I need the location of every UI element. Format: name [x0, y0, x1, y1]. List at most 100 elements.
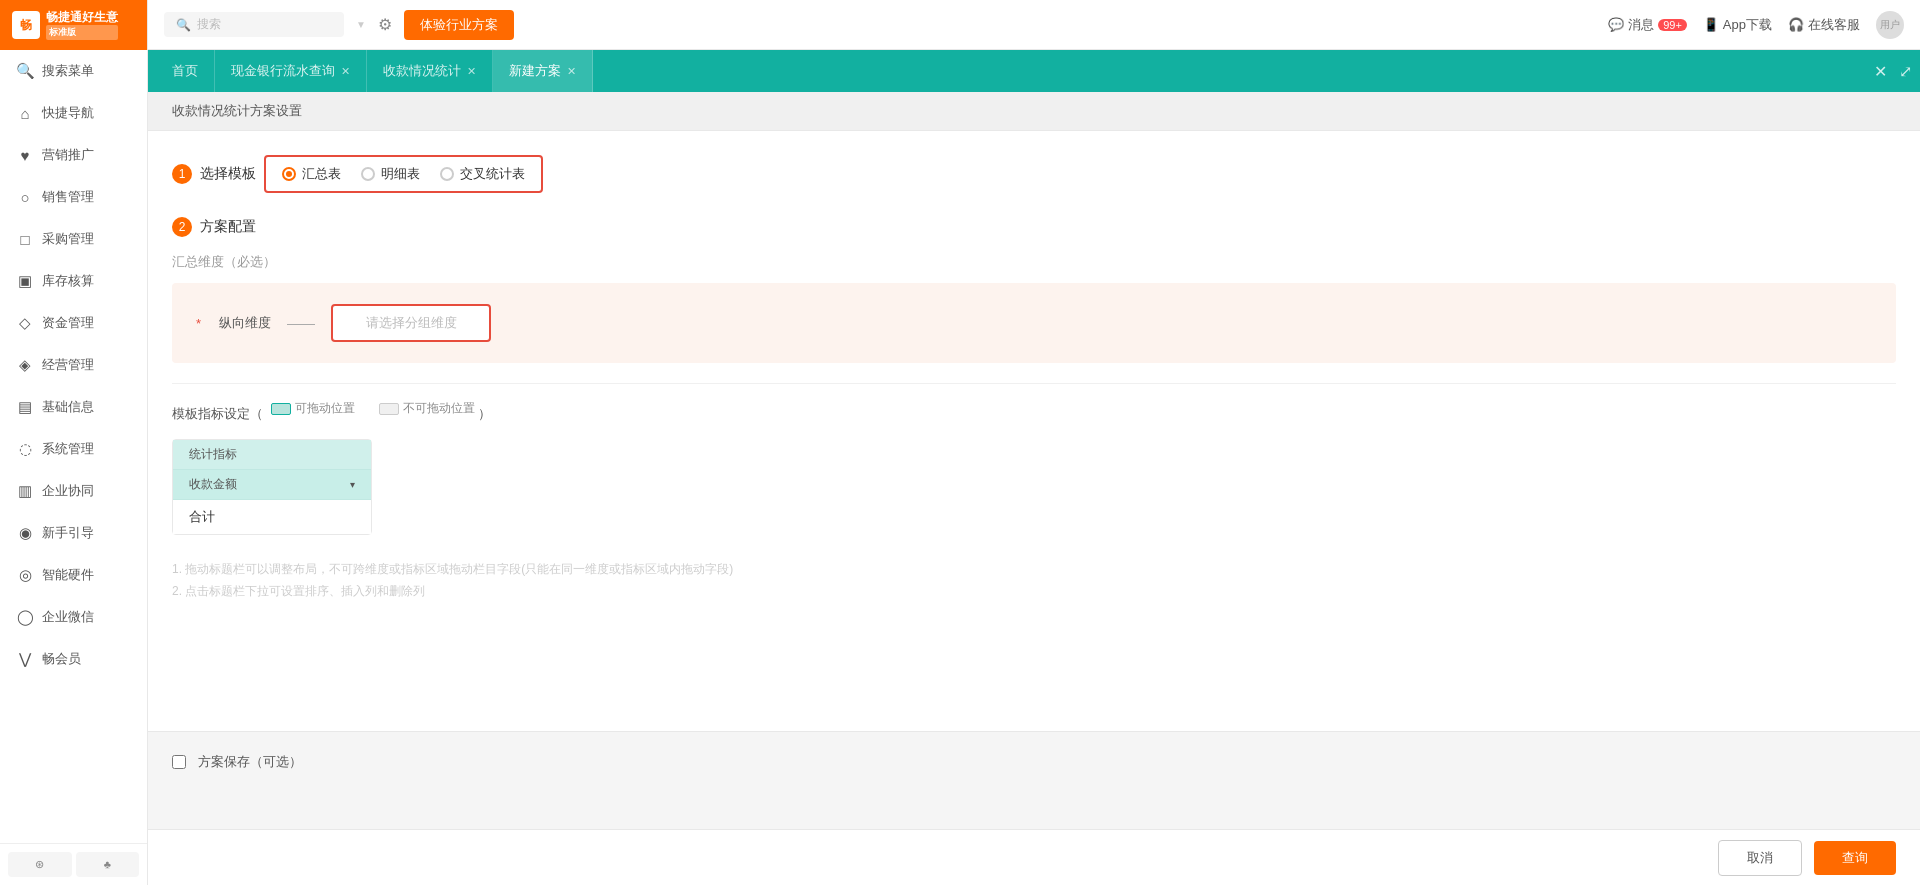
topbar: 🔍 搜索 ▼ ⚙ 体验行业方案 💬 消息 99+ 📱 App下载 🎧 在线客服 …: [148, 0, 1920, 50]
required-star: *: [196, 316, 201, 331]
stats-col-label: 统计指标: [189, 446, 237, 463]
dimension-area: * 纵向维度 —— 请选择分组维度: [172, 283, 1896, 363]
draggable-legend-item: 可拖动位置: [271, 400, 355, 417]
operation-icon: ◈: [16, 356, 34, 374]
sidebar-item-system[interactable]: ◌ 系统管理: [0, 428, 147, 470]
sidebar-bottom-btn1[interactable]: ⊛: [8, 852, 72, 877]
tab-expand-icon[interactable]: ⤢: [1899, 62, 1912, 81]
radio-cross[interactable]: 交叉统计表: [440, 165, 525, 183]
content-area: 收款情况统计方案设置 1 选择模板 汇总表 明细表: [148, 92, 1920, 829]
footer-section: 方案保存（可选）: [148, 731, 1920, 791]
inventory-icon: ▣: [16, 272, 34, 290]
logo-text: 畅捷通好生意 标准版: [46, 10, 118, 39]
search-dropdown-icon[interactable]: ▼: [356, 19, 366, 30]
settings-icon[interactable]: ⚙: [378, 15, 392, 34]
tab-new-plan[interactable]: 新建方案 ✕: [493, 50, 593, 92]
sidebar-item-inventory[interactable]: ▣ 库存核算: [0, 260, 147, 302]
logo-icon: 畅: [12, 11, 40, 39]
enterprise-icon: ▥: [16, 482, 34, 500]
sidebar-item-wechat[interactable]: ◯ 企业微信: [0, 596, 147, 638]
sidebar-item-guide[interactable]: ◉ 新手引导: [0, 512, 147, 554]
tab-receipt-stats[interactable]: 收款情况统计 ✕: [367, 50, 493, 92]
message-icon: 💬: [1608, 17, 1624, 32]
main-card: 1 选择模板 汇总表 明细表 交叉统计表: [148, 131, 1920, 731]
sidebar-item-basic-info[interactable]: ▤ 基础信息: [0, 386, 147, 428]
save-plan-label: 方案保存（可选）: [198, 753, 302, 771]
dimension-select-btn[interactable]: 请选择分组维度: [331, 304, 491, 342]
sidebar-item-search-menu[interactable]: 🔍 搜索菜单: [0, 50, 147, 92]
guide-icon: ◉: [16, 524, 34, 542]
tip2: 2. 点击标题栏下拉可设置排序、插入列和删除列: [172, 581, 1896, 603]
query-button[interactable]: 查询: [1814, 841, 1896, 875]
radio-summary[interactable]: 汇总表: [282, 165, 341, 183]
vertical-dim-label: 纵向维度: [219, 314, 271, 332]
sidebar-logo: 畅 畅捷通好生意 标准版: [0, 0, 147, 50]
step1-num: 1: [172, 164, 192, 184]
tab-new-plan-close[interactable]: ✕: [567, 65, 576, 78]
basic-info-icon: ▤: [16, 398, 34, 416]
sidebar-item-purchase[interactable]: □ 采购管理: [0, 218, 147, 260]
tab-close-all-icon[interactable]: ✕: [1874, 62, 1887, 81]
radio-circle-summary: [282, 167, 296, 181]
search-box[interactable]: 🔍 搜索: [164, 12, 344, 37]
marketing-icon: ♥: [16, 147, 34, 164]
action-bar: 取消 查询: [148, 829, 1920, 885]
tab-bank-flow-close[interactable]: ✕: [341, 65, 350, 78]
stats-table-header: 统计指标: [173, 440, 371, 470]
radio-detail[interactable]: 明细表: [361, 165, 420, 183]
sidebar-item-member[interactable]: ⋁ 畅会员: [0, 638, 147, 680]
wechat-icon: ◯: [16, 608, 34, 626]
sidebar-item-marketing[interactable]: ♥ 营销推广: [0, 134, 147, 176]
stats-total-row: 合计: [173, 500, 371, 534]
step2-header: 2 方案配置: [172, 217, 1896, 237]
tab-receipt-stats-close[interactable]: ✕: [467, 65, 476, 78]
user-avatar[interactable]: 用户: [1876, 11, 1904, 39]
step1-section: 1 选择模板 汇总表 明细表 交叉统计表: [172, 155, 1896, 193]
app-icon: 📱: [1703, 17, 1719, 32]
app-download-item[interactable]: 📱 App下载: [1703, 16, 1772, 34]
tip1: 1. 拖动标题栏可以调整布局，不可跨维度或指标区域拖动栏目字段(只能在同一维度或…: [172, 559, 1896, 581]
topbar-right: 💬 消息 99+ 📱 App下载 🎧 在线客服 用户: [1608, 11, 1904, 39]
sidebar-bottom: ⊛ ♣: [0, 843, 147, 885]
page-header: 收款情况统计方案设置: [148, 92, 1920, 131]
service-icon: 🎧: [1788, 17, 1804, 32]
sidebar: 畅 畅捷通好生意 标准版 🔍 搜索菜单 ⌂ 快捷导航 ♥ 营销推广 ○ 销售管理…: [0, 0, 148, 885]
sidebar-item-quick-nav[interactable]: ⌂ 快捷导航: [0, 92, 147, 134]
dimension-config-label: 汇总维度（必选）: [172, 253, 1896, 271]
dimension-config: 汇总维度（必选） * 纵向维度 —— 请选择分组维度: [172, 253, 1896, 363]
breadcrumb: 收款情况统计方案设置: [172, 103, 302, 118]
stats-column-header[interactable]: 收款金额 ▾: [173, 470, 371, 500]
metrics-config: 模板指标设定（ 可拖动位置 不可拖动位置 ）: [172, 400, 1896, 535]
sidebar-item-operation[interactable]: ◈ 经营管理: [0, 344, 147, 386]
template-radio-group: 汇总表 明细表 交叉统计表: [264, 155, 543, 193]
radio-circle-cross: [440, 167, 454, 181]
not-draggable-legend-item: 不可拖动位置: [379, 400, 475, 417]
tabbar: 首页 现金银行流水查询 ✕ 收款情况统计 ✕ 新建方案 ✕ ✕ ⤢: [148, 50, 1920, 92]
trial-btn[interactable]: 体验行业方案: [404, 10, 514, 40]
sidebar-bottom-btn2[interactable]: ♣: [76, 852, 140, 877]
cancel-button[interactable]: 取消: [1718, 840, 1802, 876]
section-divider: [172, 383, 1896, 384]
sales-icon: ○: [16, 189, 34, 206]
sidebar-item-enterprise[interactable]: ▥ 企业协同: [0, 470, 147, 512]
not-draggable-legend-box: [379, 403, 399, 415]
tabbar-right-actions: ✕ ⤢: [1874, 62, 1912, 81]
tips-section: 1. 拖动标题栏可以调整布局，不可跨维度或指标区域拖动栏目字段(只能在同一维度或…: [172, 559, 1896, 602]
step2-num: 2: [172, 217, 192, 237]
tab-home[interactable]: 首页: [156, 50, 215, 92]
save-plan-checkbox[interactable]: [172, 755, 186, 769]
sidebar-item-sales[interactable]: ○ 销售管理: [0, 176, 147, 218]
step2-title: 方案配置: [200, 218, 256, 236]
smart-hw-icon: ◎: [16, 566, 34, 584]
online-service-item[interactable]: 🎧 在线客服: [1788, 16, 1860, 34]
message-item[interactable]: 💬 消息 99+: [1608, 16, 1687, 34]
sidebar-item-finance[interactable]: ◇ 资金管理: [0, 302, 147, 344]
sidebar-item-smart-hw[interactable]: ◎ 智能硬件: [0, 554, 147, 596]
member-icon: ⋁: [16, 650, 34, 668]
tab-bank-flow[interactable]: 现金银行流水查询 ✕: [215, 50, 367, 92]
drag-legend: 可拖动位置 不可拖动位置: [271, 400, 475, 417]
column-chevron-icon: ▾: [350, 479, 355, 490]
step1-header: 1 选择模板 汇总表 明细表 交叉统计表: [172, 155, 1896, 193]
quick-nav-icon: ⌂: [16, 105, 34, 122]
step1-title: 选择模板: [200, 165, 256, 183]
